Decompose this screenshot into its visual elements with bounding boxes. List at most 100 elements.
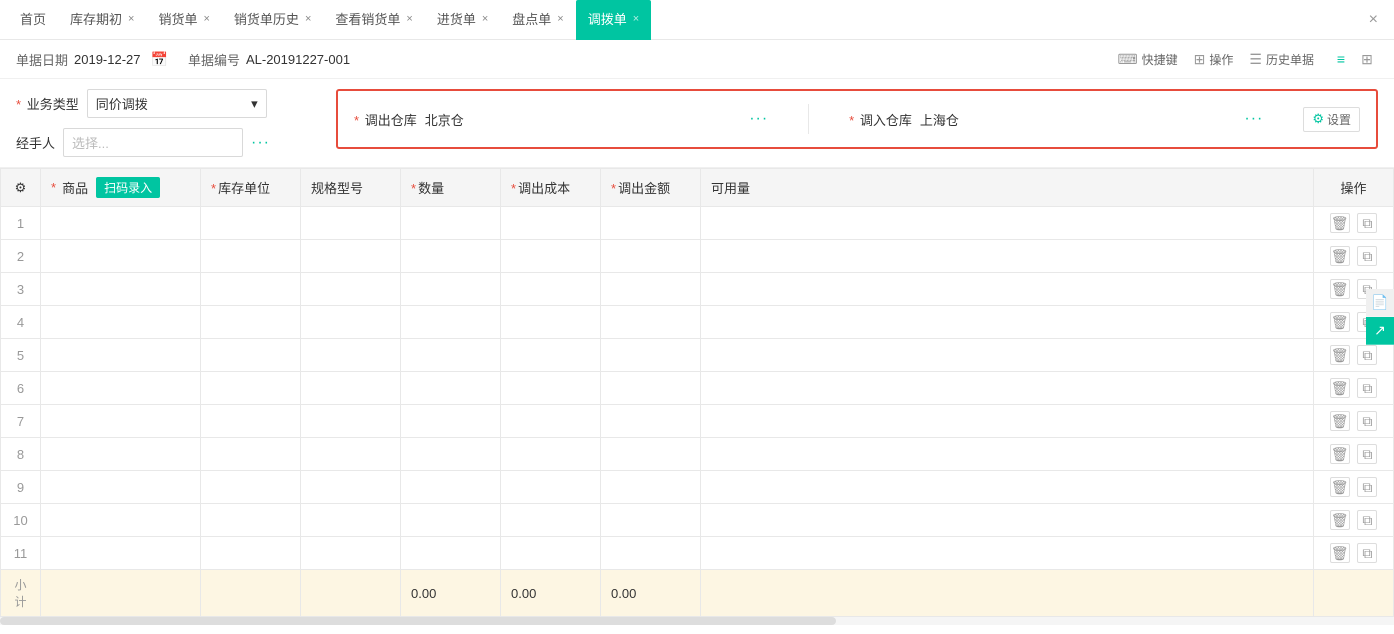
cell-product[interactable]	[41, 438, 201, 471]
global-close-button[interactable]: ×	[1361, 11, 1386, 29]
cell-cost[interactable]	[501, 405, 601, 438]
delete-icon[interactable]: 🗑	[1330, 477, 1350, 497]
cell-cost[interactable]	[501, 537, 601, 570]
delete-icon[interactable]: 🗑	[1330, 213, 1350, 233]
tab-transfer[interactable]: 调拨单 ×	[576, 0, 651, 40]
cell-product[interactable]	[41, 471, 201, 504]
tab-sales-history[interactable]: 销货单历史 ×	[222, 0, 323, 40]
tab-close-inventory-init[interactable]: ×	[128, 13, 134, 25]
cell-product[interactable]	[41, 240, 201, 273]
tab-stocktake[interactable]: 盘点单 ×	[500, 0, 575, 40]
cell-cost[interactable]	[501, 240, 601, 273]
cell-amount[interactable]	[601, 504, 701, 537]
cell-spec[interactable]	[301, 438, 401, 471]
cell-unit[interactable]	[201, 372, 301, 405]
copy-icon[interactable]: ⧉	[1357, 213, 1377, 233]
cell-unit[interactable]	[201, 207, 301, 240]
cell-amount[interactable]	[601, 273, 701, 306]
cell-spec[interactable]	[301, 504, 401, 537]
copy-icon[interactable]: ⧉	[1357, 510, 1377, 530]
cell-spec[interactable]	[301, 372, 401, 405]
cell-qty[interactable]	[401, 273, 501, 306]
cell-qty[interactable]	[401, 240, 501, 273]
cell-cost[interactable]	[501, 339, 601, 372]
cell-product[interactable]	[41, 405, 201, 438]
horizontal-scrollbar[interactable]	[0, 617, 1394, 625]
cell-product[interactable]	[41, 273, 201, 306]
copy-icon[interactable]: ⧉	[1357, 246, 1377, 266]
delete-icon[interactable]: 🗑	[1330, 279, 1350, 299]
scrollbar-thumb[interactable]	[0, 617, 836, 625]
th-settings[interactable]: ⚙	[1, 169, 41, 207]
delete-icon[interactable]: 🗑	[1330, 246, 1350, 266]
cell-amount[interactable]	[601, 306, 701, 339]
tab-home[interactable]: 首页	[8, 0, 58, 40]
cell-product[interactable]	[41, 537, 201, 570]
delete-icon[interactable]: 🗑	[1330, 543, 1350, 563]
tab-sales[interactable]: 销货单 ×	[146, 0, 221, 40]
tab-close-purchase[interactable]: ×	[482, 13, 488, 25]
cell-amount[interactable]	[601, 471, 701, 504]
cell-product[interactable]	[41, 207, 201, 240]
tab-view-sales[interactable]: 查看销货单 ×	[323, 0, 424, 40]
cell-product[interactable]	[41, 504, 201, 537]
cell-amount[interactable]	[601, 240, 701, 273]
shortcut-action[interactable]: ⌨ 快捷键	[1117, 51, 1177, 68]
copy-icon[interactable]: ⧉	[1357, 378, 1377, 398]
cell-unit[interactable]	[201, 339, 301, 372]
cell-amount[interactable]	[601, 339, 701, 372]
operate-action[interactable]: ⊞ 操作	[1194, 51, 1234, 68]
tab-inventory-init[interactable]: 库存期初 ×	[58, 0, 146, 40]
business-type-select[interactable]: 同价调拨 ▾	[87, 89, 267, 118]
cell-qty[interactable]	[401, 504, 501, 537]
cell-spec[interactable]	[301, 240, 401, 273]
cell-cost[interactable]	[501, 273, 601, 306]
delete-icon[interactable]: 🗑	[1330, 312, 1350, 332]
delete-icon[interactable]: 🗑	[1330, 444, 1350, 464]
tab-close-stocktake[interactable]: ×	[557, 13, 563, 25]
copy-icon[interactable]: ⧉	[1357, 411, 1377, 431]
copy-icon[interactable]: ⧉	[1357, 345, 1377, 365]
cell-spec[interactable]	[301, 306, 401, 339]
cell-amount[interactable]	[601, 405, 701, 438]
cell-unit[interactable]	[201, 471, 301, 504]
cell-unit[interactable]	[201, 405, 301, 438]
cell-spec[interactable]	[301, 207, 401, 240]
form-settings-btn[interactable]: ⚙ 设置	[1303, 107, 1360, 132]
cell-product[interactable]	[41, 372, 201, 405]
delete-icon[interactable]: 🗑	[1330, 510, 1350, 530]
cell-qty[interactable]	[401, 438, 501, 471]
cell-amount[interactable]	[601, 207, 701, 240]
cell-amount[interactable]	[601, 372, 701, 405]
cell-qty[interactable]	[401, 339, 501, 372]
cell-qty[interactable]	[401, 207, 501, 240]
cell-product[interactable]	[41, 306, 201, 339]
cell-amount[interactable]	[601, 537, 701, 570]
cell-unit[interactable]	[201, 537, 301, 570]
copy-icon[interactable]: ⧉	[1357, 543, 1377, 563]
cell-unit[interactable]	[201, 438, 301, 471]
scan-btn[interactable]: 扫码录入	[96, 177, 160, 198]
cell-qty[interactable]	[401, 537, 501, 570]
side-doc-btn[interactable]: 📄	[1366, 289, 1394, 317]
cell-unit[interactable]	[201, 504, 301, 537]
delete-icon[interactable]: 🗑	[1330, 345, 1350, 365]
side-export-btn[interactable]: ↗	[1366, 317, 1394, 345]
calendar-icon[interactable]: 📅	[151, 51, 168, 68]
handler-select[interactable]: 选择...	[63, 128, 243, 157]
tab-close-transfer[interactable]: ×	[633, 13, 639, 25]
cell-unit[interactable]	[201, 273, 301, 306]
tab-close-sales[interactable]: ×	[203, 13, 209, 25]
warehouse-in-more-btn[interactable]: ···	[1244, 110, 1263, 128]
cell-amount[interactable]	[601, 438, 701, 471]
cell-spec[interactable]	[301, 339, 401, 372]
copy-icon[interactable]: ⧉	[1357, 444, 1377, 464]
cell-spec[interactable]	[301, 537, 401, 570]
cell-qty[interactable]	[401, 372, 501, 405]
cell-product[interactable]	[41, 339, 201, 372]
copy-icon[interactable]: ⧉	[1357, 477, 1377, 497]
cell-cost[interactable]	[501, 372, 601, 405]
layout-list-icon[interactable]: ≡	[1330, 48, 1352, 70]
layout-grid-icon[interactable]: ⊞	[1356, 48, 1378, 70]
cell-spec[interactable]	[301, 405, 401, 438]
